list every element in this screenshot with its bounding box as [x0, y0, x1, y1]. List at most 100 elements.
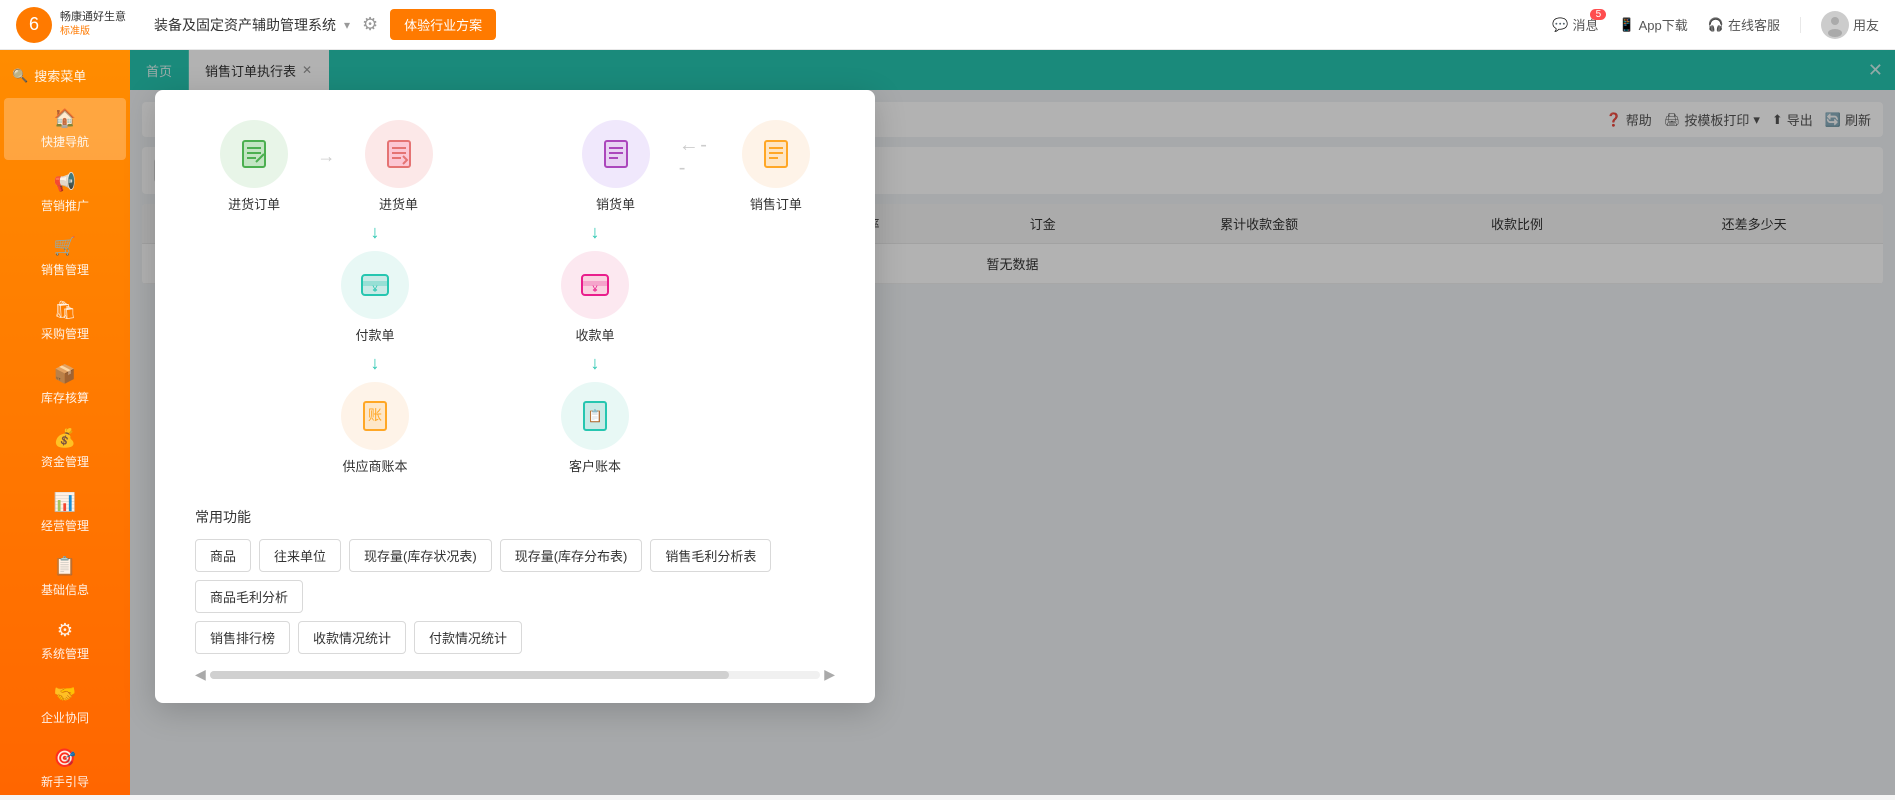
svg-text:¥: ¥ [591, 284, 598, 294]
flow-node-sales-order: 销售订单 [717, 120, 835, 213]
settings-icon[interactable]: ⚙ [362, 14, 378, 35]
sidebar-item-operations[interactable]: 📊 经营管理 [4, 482, 126, 544]
marketing-icon: 📢 [54, 172, 76, 193]
user-menu-button[interactable]: 用友 [1821, 11, 1879, 39]
avatar [1821, 11, 1849, 39]
down-arrow-sales: ↓ [591, 223, 600, 241]
quick-guide-icon: 🏠 [54, 108, 76, 129]
logo-icon: 6 [16, 7, 52, 43]
sidebar-item-label: 营销推广 [41, 197, 89, 214]
sales-bill-circle[interactable] [582, 120, 650, 188]
phone-icon: 📱 [1618, 17, 1634, 33]
sidebar-item-label: 资金管理 [41, 453, 89, 470]
system-dropdown-icon[interactable]: ▾ [344, 18, 350, 32]
func-btn-sales-margin[interactable]: 销售毛利分析表 [650, 539, 771, 572]
func-buttons-row1: 商品 往来单位 现存量(库存状况表) 现存量(库存分布表) 销售毛利分析表 商品… [195, 539, 835, 613]
svg-text:📋: 📋 [588, 409, 603, 423]
func-buttons-row2: 销售排行榜 收款情况统计 付款情况统计 [195, 621, 835, 654]
scrollbar-thumb [210, 671, 729, 679]
sidebar-item-system[interactable]: ⚙ 系统管理 [4, 610, 126, 672]
panel-scrollbar: ◀ ▶ [195, 666, 835, 683]
func-btn-product[interactable]: 商品 [195, 539, 251, 572]
sidebar-item-label: 销售管理 [41, 261, 89, 278]
dashed-arrow-1: ← - - [679, 134, 713, 200]
flow-node-supplier-ledger: 账 供应商账本 [315, 382, 435, 475]
operations-icon: 📊 [54, 492, 76, 513]
headset-icon: 🎧 [1708, 17, 1724, 33]
sidebar: 🔍 搜索菜单 🏠 快捷导航 📢 营销推广 🛒 销售管理 🛍 采购管理 📦 库存核… [0, 50, 130, 795]
header-divider [1800, 17, 1801, 33]
purchase-order-circle[interactable] [220, 120, 288, 188]
base-info-icon: 📋 [54, 556, 76, 577]
message-button[interactable]: 💬 消息 5 [1552, 15, 1598, 34]
flow-node-customer-ledger: 📋 客户账本 [535, 382, 655, 475]
sidebar-item-label: 系统管理 [41, 645, 89, 662]
scrollbar-track[interactable] [210, 671, 820, 679]
flow-row-2: ¥ 付款单 ¥ 收款单 [315, 251, 835, 344]
flow-row-3: 账 供应商账本 📋 客户账本 [315, 382, 835, 475]
header-right: 💬 消息 5 📱 App下载 🎧 在线客服 用友 [1552, 11, 1879, 39]
sidebar-item-label: 库存核算 [41, 389, 89, 406]
sidebar-item-base-info[interactable]: 📋 基础信息 [4, 546, 126, 608]
sidebar-item-label: 新手引导 [41, 773, 89, 790]
sidebar-item-finance[interactable]: 💰 资金管理 [4, 418, 126, 480]
sidebar-item-sales[interactable]: 🛒 销售管理 [4, 226, 126, 288]
sidebar-item-marketing[interactable]: 📢 营销推广 [4, 162, 126, 224]
func-btn-receipt-stat[interactable]: 收款情况统计 [298, 621, 406, 654]
sidebar-item-purchase[interactable]: 🛍 采购管理 [4, 290, 126, 352]
sidebar-item-label: 企业协同 [41, 709, 89, 726]
scrollbar-left-arrow[interactable]: ◀ [195, 666, 206, 683]
message-icon: 💬 [1552, 17, 1568, 33]
flow-node-receipt: ¥ 收款单 [535, 251, 655, 344]
arrow-1: → [317, 146, 335, 187]
sidebar-search[interactable]: 🔍 搜索菜单 [0, 58, 130, 93]
func-btn-counterpart[interactable]: 往来单位 [259, 539, 341, 572]
collab-icon: 🤝 [54, 684, 76, 705]
customer-ledger-circle[interactable]: 📋 [561, 382, 629, 450]
flow-node-purchase-bill: 进货单 [339, 120, 457, 213]
receipt-circle[interactable]: ¥ [561, 251, 629, 319]
func-btn-inventory-dist[interactable]: 现存量(库存分布表) [500, 539, 643, 572]
sidebar-item-label: 快捷导航 [41, 133, 89, 150]
supplier-ledger-circle[interactable]: 账 [341, 382, 409, 450]
scrollbar-right-arrow[interactable]: ▶ [824, 666, 835, 683]
system-title-area: 装备及固定资产辅助管理系统 ▾ ⚙ [154, 14, 378, 35]
sidebar-item-newbie[interactable]: 🎯 新手引导 [4, 738, 126, 800]
flow-node-purchase-order: 进货订单 [195, 120, 313, 213]
flow-row-1: 进货订单 → 进货单 [195, 120, 835, 213]
top-header: 6 畅康通好生意 标准版 装备及固定资产辅助管理系统 ▾ ⚙ 体验行业方案 💬 … [0, 0, 1895, 50]
func-btn-sales-rank[interactable]: 销售排行榜 [195, 621, 290, 654]
purchase-bill-circle[interactable] [365, 120, 433, 188]
flow-node-sales-bill: 销货单 [556, 120, 674, 213]
finance-icon: 💰 [54, 428, 76, 449]
func-btn-product-margin[interactable]: 商品毛利分析 [195, 580, 303, 613]
online-service-button[interactable]: 🎧 在线客服 [1708, 15, 1780, 34]
common-functions: 常用功能 商品 往来单位 现存量(库存状况表) 现存量(库存分布表) 销售毛利分… [195, 507, 835, 654]
down-arrow-receipt: ↓ [591, 354, 600, 372]
sidebar-item-label: 采购管理 [41, 325, 89, 342]
sidebar-item-inventory[interactable]: 📦 库存核算 [4, 354, 126, 416]
flow-diagram: 进货订单 → 进货单 [195, 120, 835, 483]
sidebar-item-label: 基础信息 [41, 581, 89, 598]
search-icon: 🔍 [12, 68, 28, 84]
sidebar-item-label: 经营管理 [41, 517, 89, 534]
sidebar-item-collab[interactable]: 🤝 企业协同 [4, 674, 126, 736]
logo-area: 6 畅康通好生意 标准版 [16, 7, 146, 43]
func-btn-payment-stat[interactable]: 付款情况统计 [414, 621, 522, 654]
system-title: 装备及固定资产辅助管理系统 [154, 15, 336, 35]
brand-text: 畅康通好生意 标准版 [60, 10, 126, 39]
svg-text:账: 账 [368, 407, 382, 423]
flow-row-arrows2: ↓ ↓ [315, 352, 835, 374]
payment-circle[interactable]: ¥ [341, 251, 409, 319]
sales-order-circle[interactable] [742, 120, 810, 188]
system-icon: ⚙ [57, 620, 73, 641]
sidebar-item-quick-guide[interactable]: 🏠 快捷导航 [4, 98, 126, 160]
func-btn-inventory-status[interactable]: 现存量(库存状况表) [349, 539, 492, 572]
trial-button[interactable]: 体验行业方案 [390, 9, 496, 40]
svg-text:¥: ¥ [371, 284, 378, 294]
purchase-icon: 🛍 [54, 300, 77, 321]
down-arrow-payment: ↓ [371, 354, 380, 372]
app-download-button[interactable]: 📱 App下载 [1618, 15, 1687, 34]
inventory-icon: 📦 [54, 364, 76, 385]
down-arrow-purchase: ↓ [371, 223, 380, 241]
